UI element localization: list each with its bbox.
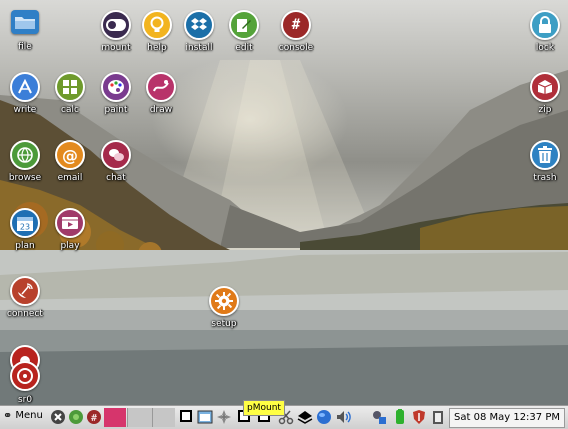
drawing-icon [146,72,176,102]
icon-label: calc [61,105,79,115]
icon-label: connect [7,309,43,319]
menu-icon: ⚭ [3,409,13,422]
dropbox-icon [184,10,214,40]
optical-drive-icon [10,361,40,391]
calendar-day: 23 [20,223,30,232]
desktop-icon-file[interactable]: file [2,10,48,52]
desktop-icon-console[interactable]: # console [273,10,319,53]
clipboard-icon[interactable] [430,409,446,425]
volume-icon[interactable] [335,409,353,425]
icon-label: paint [104,105,128,115]
tooltip: pMount [243,400,285,416]
desktop-background: file mount help install edit # console l… [0,0,568,405]
desktop-icon-sr0[interactable]: sr0 [2,345,48,405]
icon-label: help [147,43,167,53]
close-window-icon[interactable] [50,409,66,425]
menu-button[interactable]: ⚭ Menu [3,409,47,425]
desktop-icon-chat[interactable]: chat [93,140,139,183]
window-button-2[interactable] [152,408,175,427]
battery-icon[interactable] [392,409,408,425]
console-launcher-icon[interactable]: # [86,409,102,425]
globe-launcher-icon[interactable] [68,409,84,425]
desktop-icon-mount[interactable]: mount [93,10,139,53]
desktop-icon-install[interactable]: install [176,10,222,53]
active-window-button[interactable] [104,408,126,427]
desktop-icon-trash[interactable]: trash [522,140,568,183]
at-sign-icon: @ [55,140,85,170]
wallpaper-landscape [0,60,568,405]
folder-icon [11,10,39,34]
window-button-1[interactable] [127,408,152,427]
icon-label: setup [211,319,237,329]
desktop-icon-lock[interactable]: lock [522,10,568,53]
writer-icon [10,72,40,102]
icon-label: plan [15,241,35,251]
archive-box-icon [530,72,560,102]
icon-label: file [18,42,32,52]
window-thumbnail-icon[interactable] [197,409,213,425]
desktop-icon-email[interactable]: @ email [47,140,93,183]
padlock-icon [530,10,560,40]
notepad-pencil-icon [229,10,259,40]
fan-icon[interactable] [216,409,232,425]
desktop-icon-browse[interactable]: browse [2,140,48,183]
user-network-icon[interactable] [371,409,387,425]
desktop-icon-help[interactable]: help [134,10,180,53]
icon-label: edit [235,43,253,53]
icon-label: browse [8,173,42,183]
desktop-icon-connect[interactable]: connect [2,276,48,319]
icon-label: zip [538,105,552,115]
desktop-icon-setup[interactable]: setup [201,286,247,329]
desktop-icon-plan[interactable]: 23 plan [2,208,48,251]
toggle-icon [101,10,131,40]
icon-label: sr0 [17,395,33,405]
desktop-icon-paint[interactable]: paint [93,72,139,115]
calculator-icon [55,72,85,102]
network-globe-icon[interactable] [316,409,332,425]
icon-label: trash [533,173,557,183]
svg-text:#: # [91,413,97,424]
desktop-icon-play[interactable]: play [47,208,93,251]
icon-label: email [57,173,83,183]
icon-label: install [185,43,213,53]
icon-label: chat [106,173,126,183]
icon-label: lock [535,43,555,53]
desktop-icon-draw[interactable]: draw [138,72,184,115]
icon-label: draw [149,105,173,115]
lightbulb-icon [142,10,172,40]
icon-label: play [60,241,80,251]
palette-icon [101,72,131,102]
menu-label: Menu [15,410,43,421]
terminal-hash-icon: # [281,10,311,40]
desktop-icon-edit[interactable]: edit [221,10,267,53]
icon-label: console [278,43,314,53]
desktop-icon-write[interactable]: write [2,72,48,115]
shield-icon[interactable] [411,409,427,425]
desktop-square-1[interactable] [180,410,192,422]
trash-can-icon [530,140,560,170]
clock[interactable]: Sat 08 May 12:37 PM [449,408,565,428]
gear-icon [209,286,239,316]
hash-glyph: # [291,17,301,33]
icon-label: mount [101,43,131,53]
globe-browser-icon [10,140,40,170]
chat-bubbles-icon [101,140,131,170]
media-player-icon [55,208,85,238]
desktop-icon-zip[interactable]: zip [522,72,568,115]
satellite-dish-icon [10,276,40,306]
layers-icon[interactable] [297,409,313,425]
calendar-icon: 23 [10,208,40,238]
desktop-icon-calc[interactable]: calc [47,72,93,115]
icon-label: write [13,105,37,115]
